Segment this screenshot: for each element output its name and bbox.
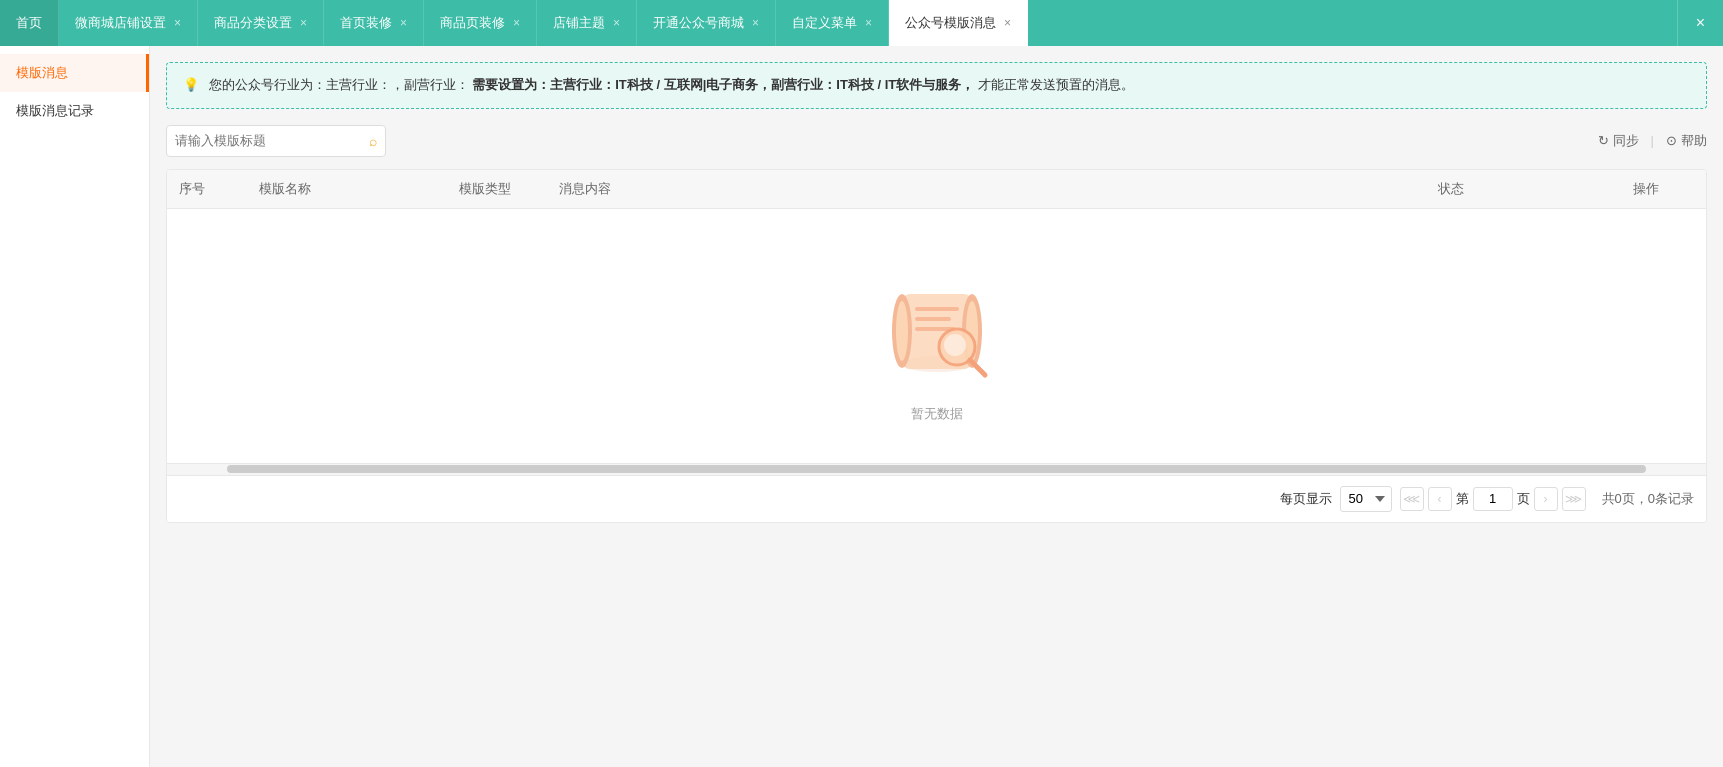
current-page-input[interactable] [1473,487,1513,511]
th-status: 状态 [1426,170,1586,208]
th-content: 消息内容 [547,170,1426,208]
data-table: 序号 模版名称 模版类型 消息内容 状态 操作 [166,169,1707,523]
tab-category-settings[interactable]: 商品分类设置 × [198,0,324,46]
close-all-tabs-button[interactable]: × [1677,0,1723,46]
toolbar-right: ↻ 同步 | ⊙ 帮助 [1598,132,1707,150]
total-text: 共0页，0条记录 [1602,490,1694,508]
pagination-row: 每页显示 50 20 100 ⋘ ‹ 第 页 › ⋙ 共0页，0条记录 [167,475,1706,522]
sidebar: 模版消息 模版消息记录 [0,46,150,767]
next-page-button[interactable]: › [1534,487,1558,511]
horizontal-scrollbar[interactable] [167,463,1706,475]
tab-custom-menu[interactable]: 自定义菜单 × [776,0,889,46]
help-icon: ⊙ [1666,133,1677,148]
svg-rect-6 [915,307,959,311]
close-tab-product-decor[interactable]: × [513,16,520,30]
top-nav: 首页 微商城店铺设置 × 商品分类设置 × 首页装修 × 商品页装修 × 店铺主… [0,0,1723,46]
page-navigation: ⋘ ‹ 第 页 › ⋙ [1400,487,1586,511]
sync-button[interactable]: ↻ 同步 [1598,132,1639,150]
help-button[interactable]: ⊙ 帮助 [1666,132,1707,150]
page-size-label: 每页显示 [1280,490,1332,508]
notice-suffix: 才能正常发送预置的消息。 [978,77,1134,92]
svg-point-10 [944,334,966,356]
th-name: 模版名称 [247,170,447,208]
tab-home[interactable]: 首页 [0,0,59,46]
first-page-button[interactable]: ⋘ [1400,487,1424,511]
close-tab-shop-settings[interactable]: × [174,16,181,30]
close-tab-category-settings[interactable]: × [300,16,307,30]
scrollbar-thumb[interactable] [227,465,1646,473]
search-icon[interactable]: ⌕ [369,133,377,149]
close-tab-home-decor[interactable]: × [400,16,407,30]
sidebar-item-template-msg[interactable]: 模版消息 [0,54,149,92]
close-tab-custom-menu[interactable]: × [865,16,872,30]
page-size-select[interactable]: 50 20 100 [1340,486,1392,512]
search-box: ⌕ [166,125,386,157]
empty-text: 暂无数据 [911,405,963,423]
page-label-suf: 页 [1517,490,1530,508]
notice-box: 💡 您的公众号行业为：主营行业：，副营行业： 需要设置为：主营行业：IT科技 /… [166,62,1707,109]
tab-template-msg[interactable]: 公众号模版消息 × [889,0,1028,46]
close-tab-open-mall[interactable]: × [752,16,759,30]
tab-shop-settings[interactable]: 微商城店铺设置 × [59,0,198,46]
th-type: 模版类型 [447,170,547,208]
notice-icon: 💡 [183,77,199,92]
th-seq: 序号 [167,170,247,208]
tab-store-theme[interactable]: 店铺主题 × [537,0,637,46]
search-input[interactable] [175,133,369,148]
divider: | [1651,133,1654,148]
svg-point-3 [896,301,908,361]
svg-rect-7 [915,317,951,321]
main-layout: 模版消息 模版消息记录 💡 您的公众号行业为：主营行业：，副营行业： 需要设置为… [0,46,1723,767]
close-tab-template-msg[interactable]: × [1004,16,1011,30]
last-page-button[interactable]: ⋙ [1562,487,1586,511]
th-action: 操作 [1586,170,1706,208]
toolbar-row: ⌕ ↻ 同步 | ⊙ 帮助 [166,125,1707,157]
close-tab-store-theme[interactable]: × [613,16,620,30]
empty-state: 暂无数据 [167,209,1706,463]
prev-page-button[interactable]: ‹ [1428,487,1452,511]
notice-highlight: 需要设置为：主营行业：IT科技 / 互联网|电子商务，副营行业：IT科技 / I… [472,77,974,92]
tab-home-decor[interactable]: 首页装修 × [324,0,424,46]
tab-product-decor[interactable]: 商品页装修 × [424,0,537,46]
sync-icon: ↻ [1598,133,1609,148]
empty-icon [877,269,997,389]
notice-prefix: 您的公众号行业为：主营行业：，副营行业： [209,77,469,92]
sidebar-item-template-msg-record[interactable]: 模版消息记录 [0,92,149,130]
tab-open-mall[interactable]: 开通公众号商城 × [637,0,776,46]
content-area: 💡 您的公众号行业为：主营行业：，副营行业： 需要设置为：主营行业：IT科技 /… [150,46,1723,767]
table-header: 序号 模版名称 模版类型 消息内容 状态 操作 [167,170,1706,209]
page-label-pre: 第 [1456,490,1469,508]
